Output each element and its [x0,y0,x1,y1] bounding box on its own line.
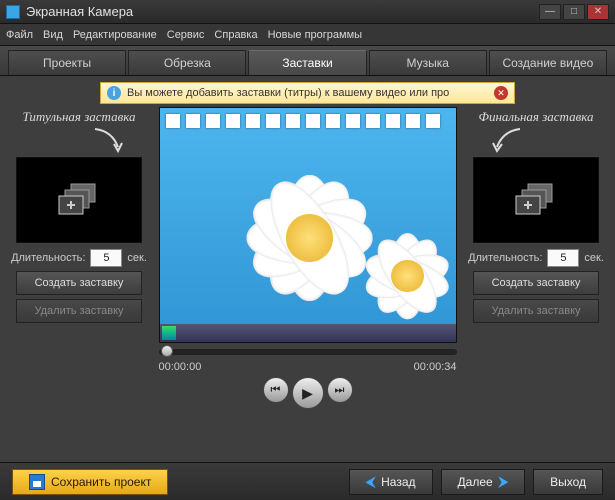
duration-unit: сек. [127,252,147,264]
tab-bar: Проекты Обрезка Заставки Музыка Создание… [0,46,615,76]
menu-view[interactable]: Вид [43,29,63,41]
tab-trim[interactable]: Обрезка [128,50,246,75]
tab-intros[interactable]: Заставки [248,50,366,75]
delete-final-outro-button[interactable]: Удалить заставку [473,299,599,323]
menu-new-programs[interactable]: Новые программы [268,29,362,41]
title-duration-row: Длительность: 5 сек. [10,249,148,267]
next-label: Далее [458,475,493,489]
next-button[interactable]: ⏭ [327,377,353,403]
title-intro-panel: Титульная заставка Длительность: [10,107,148,409]
duration-unit: сек. [584,252,604,264]
player-controls: ⏮ ▶ ⏭ [159,377,457,409]
video-preview[interactable] [159,107,457,343]
back-label: Назад [381,475,415,489]
workspace: i Вы можете добавить заставки (титры) к … [0,76,615,462]
title-intro-label: Титульная заставка [10,109,148,125]
title-intro-thumbnail[interactable] [16,157,142,243]
title-bar: Экранная Камера — □ ✕ [0,0,615,24]
next-button[interactable]: Далее ⮞ [441,469,526,495]
menu-edit[interactable]: Редактирование [73,29,157,41]
add-frames-icon [514,182,558,218]
time-total: 00:00:34 [414,361,457,373]
menu-file[interactable]: Файл [6,29,33,41]
arrow-down-icon [485,127,525,155]
create-title-intro-button[interactable]: Создать заставку [16,271,142,295]
prev-button[interactable]: ⏮ [263,377,289,403]
preview-panel: 00:00:00 00:00:34 ⏮ ▶ ⏭ [154,107,461,409]
delete-title-intro-button[interactable]: Удалить заставку [16,299,142,323]
info-text: Вы можете добавить заставки (титры) к ва… [127,87,494,99]
arrow-left-icon: ⮜ [366,474,375,490]
info-icon: i [107,86,121,100]
maximize-button[interactable]: □ [563,4,585,20]
final-duration-input[interactable]: 5 [547,249,579,267]
duration-label: Длительность: [11,252,85,264]
back-button[interactable]: ⮜ Назад [349,469,433,495]
app-logo-icon [6,5,20,19]
tab-music[interactable]: Музыка [369,50,487,75]
final-duration-row: Длительность: 5 сек. [467,249,605,267]
save-label: Сохранить проект [51,475,151,489]
create-final-outro-button[interactable]: Создать заставку [473,271,599,295]
close-button[interactable]: ✕ [587,4,609,20]
menu-service[interactable]: Сервис [167,29,205,41]
play-button[interactable]: ▶ [292,377,324,409]
save-icon [29,474,45,490]
info-close-button[interactable]: ✕ [494,86,508,100]
final-outro-panel: Финальная заставка Длительность: [467,107,605,409]
add-frames-icon [57,182,101,218]
seek-knob[interactable] [161,345,173,357]
tab-projects[interactable]: Проекты [8,50,126,75]
time-current: 00:00:00 [159,361,202,373]
menu-bar: Файл Вид Редактирование Сервис Справка Н… [0,24,615,46]
minimize-button[interactable]: — [539,4,561,20]
save-project-button[interactable]: Сохранить проект [12,469,168,495]
duration-label: Длительность: [468,252,542,264]
exit-button[interactable]: Выход [533,469,603,495]
final-outro-label: Финальная заставка [467,109,605,125]
title-duration-input[interactable]: 5 [90,249,122,267]
arrow-down-icon [90,127,130,155]
exit-label: Выход [550,475,586,489]
menu-help[interactable]: Справка [214,29,257,41]
info-bar: i Вы можете добавить заставки (титры) к … [100,82,515,104]
time-row: 00:00:00 00:00:34 [159,361,457,373]
final-outro-thumbnail[interactable] [473,157,599,243]
footer-bar: Сохранить проект ⮜ Назад Далее ⮞ Выход [0,462,615,500]
arrow-right-icon: ⮞ [499,474,508,490]
tab-create-video[interactable]: Создание видео [489,50,607,75]
window-title: Экранная Камера [26,4,537,19]
seek-slider[interactable] [159,349,457,355]
